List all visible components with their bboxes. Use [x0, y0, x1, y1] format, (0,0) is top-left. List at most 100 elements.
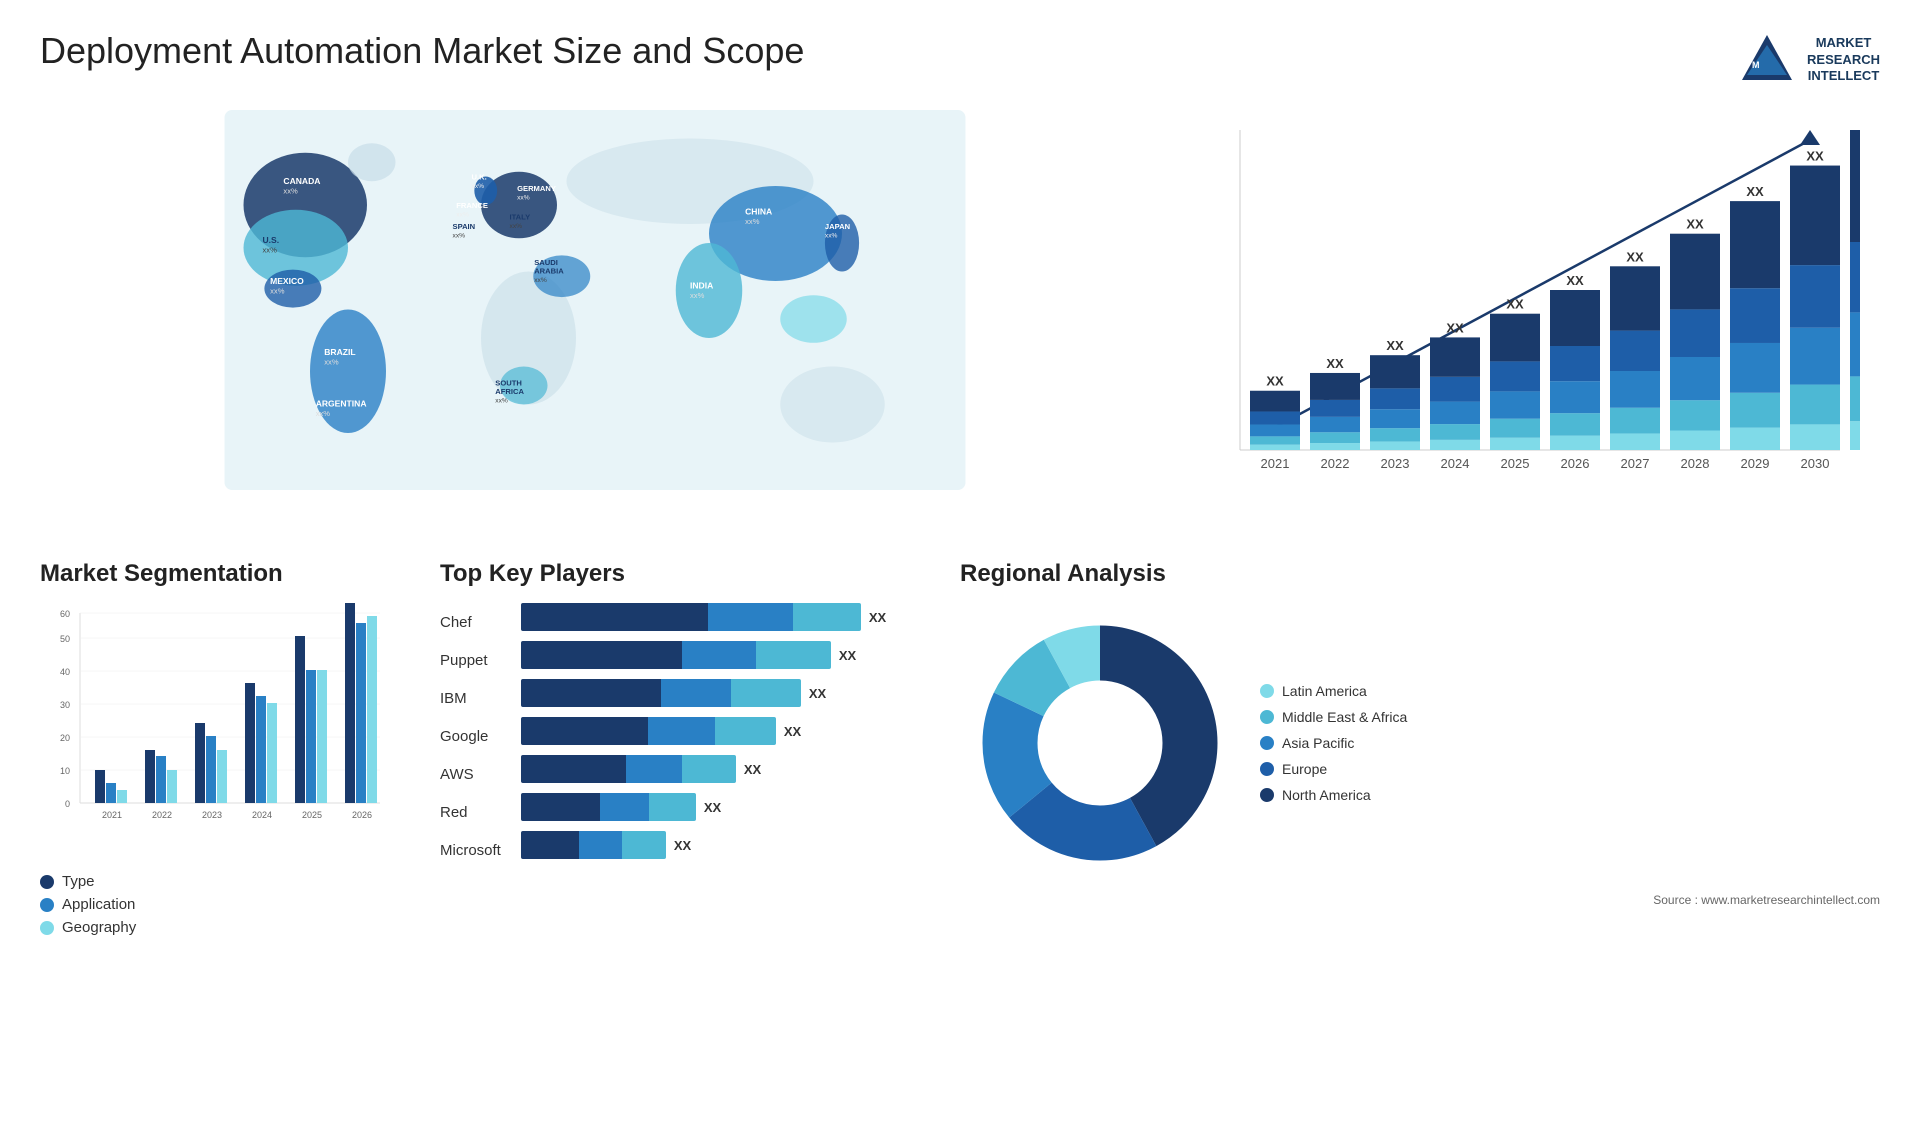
svg-text:xx%: xx%: [495, 398, 508, 405]
svg-text:2022: 2022: [152, 810, 172, 820]
seg-legend: Type Application Geography: [40, 873, 420, 936]
player-bar-puppet: XX: [521, 641, 940, 669]
svg-text:xx%: xx%: [270, 286, 285, 295]
player-bar-microsoft: XX: [521, 831, 940, 859]
svg-text:XX: XX: [1326, 356, 1344, 371]
svg-text:JAPAN: JAPAN: [825, 222, 850, 231]
svg-text:2030: 2030: [1801, 456, 1830, 471]
svg-text:50: 50: [60, 634, 70, 644]
mea-dot: [1260, 710, 1274, 724]
ibm-value: XX: [809, 686, 826, 701]
chef-value: XX: [869, 610, 886, 625]
microsoft-value: XX: [674, 838, 691, 853]
seg-chart: 0 10 20 30 40 50 60 2021 2022 2023 2024 …: [40, 603, 400, 843]
svg-text:CHINA: CHINA: [745, 207, 772, 217]
svg-text:xx%: xx%: [825, 232, 838, 239]
source-text: Source : www.marketresearchintellect.com: [960, 893, 1880, 907]
player-bar-red: XX: [521, 793, 940, 821]
bottom-section: Market Segmentation 0 10 20 30 40 50 60: [40, 560, 1880, 936]
map-svg: CANADA xx% U.S. xx% MEXICO xx% BRAZIL xx…: [40, 110, 1150, 490]
svg-text:FRANCE: FRANCE: [456, 201, 488, 210]
svg-text:XX: XX: [1626, 249, 1644, 264]
apac-dot: [1260, 736, 1274, 750]
player-chef: Chef: [440, 608, 501, 636]
geography-label: Geography: [62, 919, 136, 936]
svg-text:xx%: xx%: [690, 291, 705, 300]
svg-text:10: 10: [60, 766, 70, 776]
players-bars: XX XX: [521, 603, 940, 864]
mea-label: Middle East & Africa: [1282, 709, 1407, 725]
player-red: Red: [440, 798, 501, 826]
svg-text:XX: XX: [1386, 338, 1404, 353]
svg-text:xx%: xx%: [745, 217, 760, 226]
svg-text:AFRICA: AFRICA: [495, 387, 524, 396]
latin-america-dot: [1260, 684, 1274, 698]
segmentation-section: Market Segmentation 0 10 20 30 40 50 60: [40, 560, 420, 936]
svg-text:2027: 2027: [1621, 456, 1650, 471]
svg-text:M: M: [1752, 60, 1760, 70]
svg-text:XX: XX: [1446, 320, 1464, 335]
svg-text:xx%: xx%: [534, 277, 547, 284]
segmentation-title: Market Segmentation: [40, 560, 420, 588]
type-label: Type: [62, 873, 95, 890]
svg-text:xx%: xx%: [456, 211, 469, 218]
application-label: Application: [62, 896, 135, 913]
svg-text:BRAZIL: BRAZIL: [324, 347, 355, 357]
donut-svg: [960, 603, 1240, 883]
aws-value: XX: [744, 762, 761, 777]
puppet-value: XX: [839, 648, 856, 663]
player-microsoft: Microsoft: [440, 836, 501, 864]
svg-text:INDIA: INDIA: [690, 281, 713, 291]
svg-text:xx%: xx%: [283, 187, 298, 196]
svg-text:U.K.: U.K.: [472, 172, 487, 181]
svg-text:xx%: xx%: [472, 183, 485, 190]
regional-section: Regional Analysis Latin Ame: [960, 560, 1880, 936]
svg-text:XX: XX: [1266, 374, 1284, 389]
player-bar-chef: XX: [521, 603, 940, 631]
player-puppet: Puppet: [440, 646, 501, 674]
svg-text:2026: 2026: [1561, 456, 1590, 471]
geography-dot: [40, 921, 54, 935]
donut-chart: [960, 603, 1240, 883]
map-section: CANADA xx% U.S. xx% MEXICO xx% BRAZIL xx…: [40, 110, 1150, 530]
legend-north-america: North America: [1260, 787, 1407, 803]
svg-text:XX: XX: [1566, 273, 1584, 288]
svg-text:2025: 2025: [1501, 456, 1530, 471]
google-value: XX: [784, 724, 801, 739]
page-header: Deployment Automation Market Size and Sc…: [40, 30, 1880, 90]
players-names: Chef Puppet IBM Google AWS Red Microsoft: [440, 603, 501, 864]
svg-text:xx%: xx%: [324, 358, 339, 367]
player-aws: AWS: [440, 760, 501, 788]
svg-text:XX: XX: [1506, 297, 1524, 312]
logo-text: MARKET RESEARCH INTELLECT: [1807, 35, 1880, 86]
north-america-dot: [1260, 788, 1274, 802]
svg-text:ARABIA: ARABIA: [534, 266, 564, 275]
regional-legend: Latin America Middle East & Africa Asia …: [1260, 683, 1407, 803]
player-ibm: IBM: [440, 684, 501, 712]
legend-middle-east-africa: Middle East & Africa: [1260, 709, 1407, 725]
apac-label: Asia Pacific: [1282, 735, 1354, 751]
top-section: CANADA xx% U.S. xx% MEXICO xx% BRAZIL xx…: [40, 110, 1880, 530]
logo: M MARKET RESEARCH INTELLECT: [1737, 30, 1880, 90]
svg-text:xx%: xx%: [510, 223, 523, 230]
logo-icon: M: [1737, 30, 1797, 90]
player-bar-aws: XX: [521, 755, 940, 783]
svg-text:2025: 2025: [302, 810, 322, 820]
svg-text:XX: XX: [1746, 184, 1764, 199]
world-map: CANADA xx% U.S. xx% MEXICO xx% BRAZIL xx…: [40, 110, 1150, 490]
svg-text:2029: 2029: [1741, 456, 1770, 471]
svg-text:2028: 2028: [1681, 456, 1710, 471]
svg-text:xx%: xx%: [263, 246, 278, 255]
players-list: Chef Puppet IBM Google AWS Red Microsoft…: [440, 603, 940, 864]
svg-text:2024: 2024: [1441, 456, 1470, 471]
svg-text:2021: 2021: [1261, 456, 1290, 471]
regional-content: Latin America Middle East & Africa Asia …: [960, 603, 1880, 883]
legend-asia-pacific: Asia Pacific: [1260, 735, 1407, 751]
svg-text:2023: 2023: [202, 810, 222, 820]
latin-america-label: Latin America: [1282, 683, 1367, 699]
north-america-label: North America: [1282, 787, 1371, 803]
svg-text:ARGENTINA: ARGENTINA: [316, 398, 367, 408]
player-google: Google: [440, 722, 501, 750]
red-value: XX: [704, 800, 721, 815]
legend-application: Application: [40, 896, 420, 913]
